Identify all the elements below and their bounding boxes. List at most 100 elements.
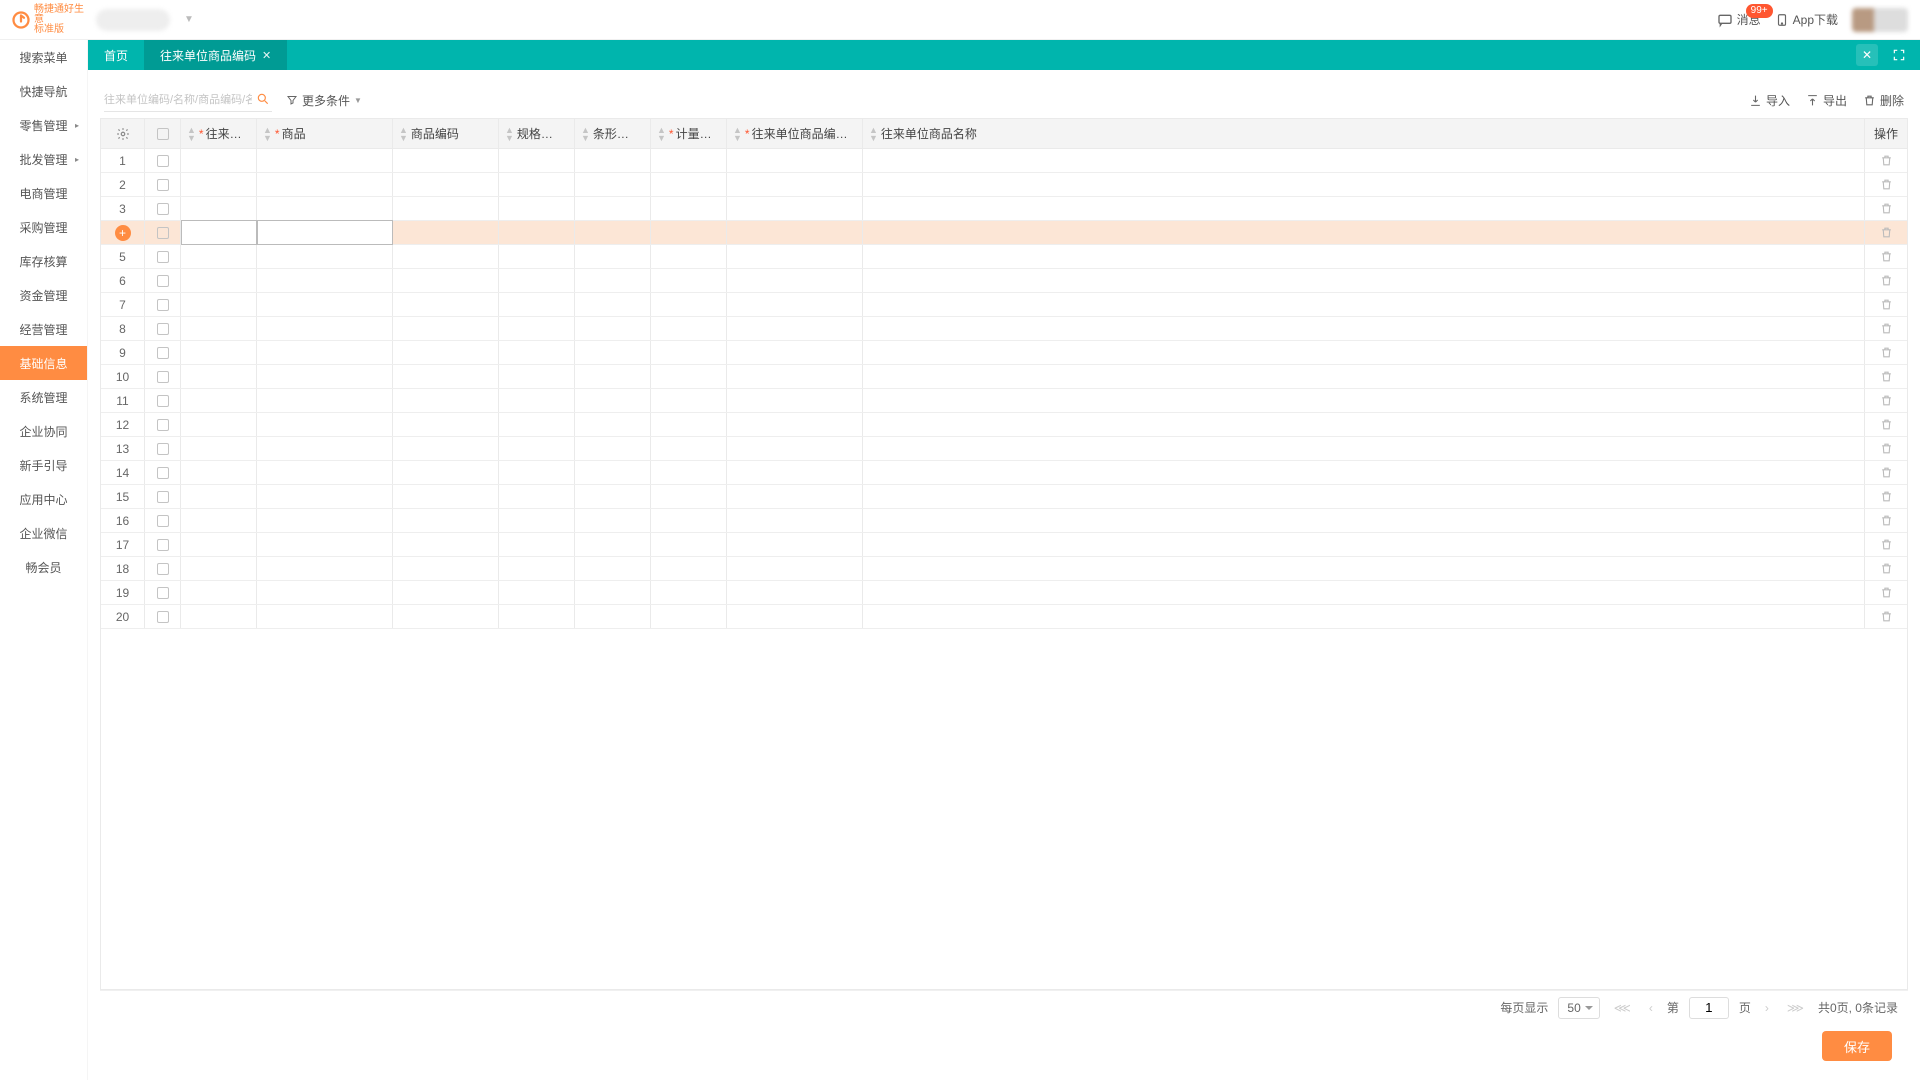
column-select-all[interactable] xyxy=(145,119,181,148)
table-row[interactable]: 3 xyxy=(101,197,1907,221)
cell-partner-code[interactable] xyxy=(727,149,863,172)
cell-partner-code[interactable] xyxy=(727,341,863,364)
org-selector[interactable] xyxy=(96,9,170,31)
cell-product[interactable] xyxy=(257,220,393,245)
cell-product[interactable] xyxy=(257,293,393,316)
cell-product[interactable] xyxy=(257,461,393,484)
cell-barcode[interactable] xyxy=(575,413,651,436)
cell-partner-code[interactable] xyxy=(727,245,863,268)
cell-unit[interactable] xyxy=(651,557,727,580)
cell-partner[interactable] xyxy=(181,365,257,388)
row-checkbox[interactable] xyxy=(145,389,181,412)
cell-partner-name[interactable] xyxy=(863,461,1865,484)
row-delete[interactable] xyxy=(1865,365,1907,388)
cell-partner-name[interactable] xyxy=(863,581,1865,604)
row-delete[interactable] xyxy=(1865,461,1907,484)
sidebar-item-9[interactable]: 基础信息 xyxy=(0,346,87,380)
table-row[interactable]: 10 xyxy=(101,365,1907,389)
row-checkbox[interactable] xyxy=(145,365,181,388)
cell-spec[interactable] xyxy=(499,269,575,292)
row-checkbox[interactable] xyxy=(145,509,181,532)
cell-partner-name[interactable] xyxy=(863,269,1865,292)
column-unit[interactable]: ▲▼*计量… xyxy=(651,119,727,148)
trash-icon[interactable] xyxy=(1880,490,1893,503)
save-button[interactable]: 保存 xyxy=(1822,1031,1892,1061)
cell-unit[interactable] xyxy=(651,245,727,268)
column-product[interactable]: ▲▼*商品 xyxy=(257,119,393,148)
table-row[interactable]: 19 xyxy=(101,581,1907,605)
cell-barcode[interactable] xyxy=(575,365,651,388)
cell-barcode[interactable] xyxy=(575,509,651,532)
close-panel-icon[interactable]: ✕ xyxy=(1856,44,1878,66)
trash-icon[interactable] xyxy=(1880,514,1893,527)
cell-partner[interactable] xyxy=(181,485,257,508)
cell-barcode[interactable] xyxy=(575,461,651,484)
download-button[interactable]: App下载 xyxy=(1775,11,1838,28)
cell-code[interactable] xyxy=(393,605,499,628)
trash-icon[interactable] xyxy=(1880,250,1893,263)
cell-unit[interactable] xyxy=(651,149,727,172)
cell-partner[interactable] xyxy=(181,220,257,245)
cell-spec[interactable] xyxy=(499,509,575,532)
cell-partner-name[interactable] xyxy=(863,413,1865,436)
cell-unit[interactable] xyxy=(651,221,727,244)
cell-partner-name[interactable] xyxy=(863,245,1865,268)
cell-partner-name[interactable] xyxy=(863,365,1865,388)
trash-icon[interactable] xyxy=(1880,154,1893,167)
cell-barcode[interactable] xyxy=(575,557,651,580)
cell-barcode[interactable] xyxy=(575,605,651,628)
cell-code[interactable] xyxy=(393,173,499,196)
cell-partner-code[interactable] xyxy=(727,269,863,292)
cell-code[interactable] xyxy=(393,293,499,316)
cell-spec[interactable] xyxy=(499,221,575,244)
cell-spec[interactable] xyxy=(499,365,575,388)
trash-icon[interactable] xyxy=(1880,178,1893,191)
table-row[interactable]: 12 xyxy=(101,413,1907,437)
cell-code[interactable] xyxy=(393,533,499,556)
cell-product[interactable] xyxy=(257,197,393,220)
cell-product[interactable] xyxy=(257,437,393,460)
cell-partner-name[interactable] xyxy=(863,149,1865,172)
cell-code[interactable] xyxy=(393,269,499,292)
cell-partner-name[interactable] xyxy=(863,293,1865,316)
cell-code[interactable] xyxy=(393,413,499,436)
cell-unit[interactable] xyxy=(651,317,727,340)
cell-spec[interactable] xyxy=(499,197,575,220)
cell-code[interactable] xyxy=(393,245,499,268)
cell-partner[interactable] xyxy=(181,245,257,268)
cell-partner-name[interactable] xyxy=(863,389,1865,412)
cell-partner[interactable] xyxy=(181,413,257,436)
row-checkbox[interactable] xyxy=(145,413,181,436)
page-prev-icon[interactable]: ‹ xyxy=(1645,1001,1657,1015)
cell-unit[interactable] xyxy=(651,269,727,292)
cell-partner[interactable] xyxy=(181,605,257,628)
cell-code[interactable] xyxy=(393,317,499,340)
table-row[interactable]: 5 xyxy=(101,245,1907,269)
cell-spec[interactable] xyxy=(499,149,575,172)
cell-partner-name[interactable] xyxy=(863,341,1865,364)
cell-partner[interactable] xyxy=(181,437,257,460)
row-delete[interactable] xyxy=(1865,389,1907,412)
cell-partner-code[interactable] xyxy=(727,365,863,388)
cell-partner[interactable] xyxy=(181,557,257,580)
table-row[interactable]: 13 xyxy=(101,437,1907,461)
sidebar-item-10[interactable]: 系统管理 xyxy=(0,380,87,414)
trash-icon[interactable] xyxy=(1880,298,1893,311)
cell-unit[interactable] xyxy=(651,365,727,388)
cell-code[interactable] xyxy=(393,197,499,220)
cell-product[interactable] xyxy=(257,485,393,508)
row-delete[interactable] xyxy=(1865,173,1907,196)
row-delete[interactable] xyxy=(1865,149,1907,172)
table-row[interactable]: 16 xyxy=(101,509,1907,533)
table-row[interactable]: 15 xyxy=(101,485,1907,509)
cell-barcode[interactable] xyxy=(575,389,651,412)
row-checkbox[interactable] xyxy=(145,557,181,580)
cell-spec[interactable] xyxy=(499,341,575,364)
cell-partner[interactable] xyxy=(181,389,257,412)
import-button[interactable]: 导入 xyxy=(1749,92,1790,109)
table-row[interactable]: 1 xyxy=(101,149,1907,173)
cell-spec[interactable] xyxy=(499,461,575,484)
row-checkbox[interactable] xyxy=(145,173,181,196)
cell-unit[interactable] xyxy=(651,437,727,460)
cell-product[interactable] xyxy=(257,269,393,292)
